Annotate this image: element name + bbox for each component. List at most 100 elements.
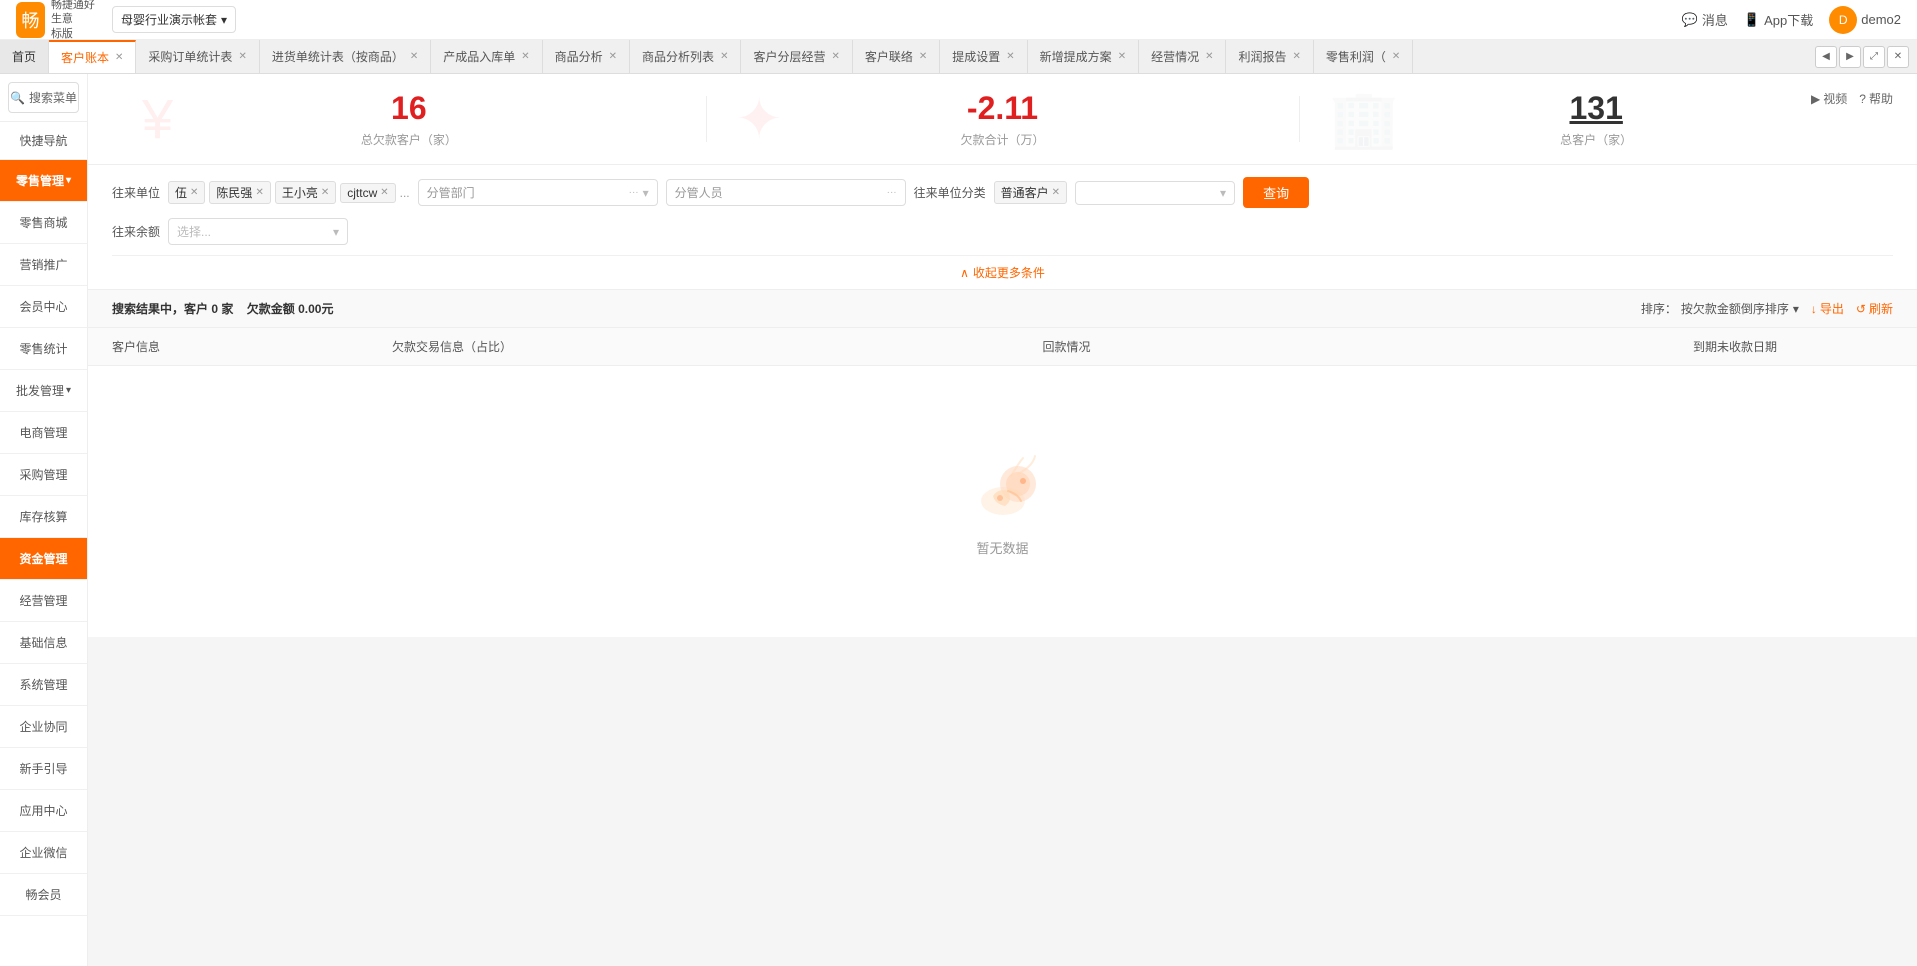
refresh-icon: ↺ [1856,302,1866,316]
tab-accounts[interactable]: 客户账本 ✕ [49,40,136,74]
sidebar-item-purchase[interactable]: 采购管理 [0,454,87,496]
top-right-links: ▶ 视频 ? 帮助 [1811,90,1893,107]
refresh-btn[interactable]: ↺ 刷新 [1856,300,1893,317]
tab-close-profit-report[interactable]: ✕ [1293,51,1301,62]
tag-wang: 王小亮 ✕ [275,181,336,204]
logo-text: 畅捷通好生意 标版 [51,0,104,41]
account-selector[interactable]: 母婴行业演示帐套 ▾ [112,6,236,33]
tab-production-inbound[interactable]: 产成品入库单 ✕ [431,40,542,74]
col-debt-info: 欠款交易信息（占比） [392,338,1043,355]
sidebar-item-quick-nav[interactable]: 快捷导航 [0,122,87,160]
balance-filter-label: 往来余额 [112,223,160,240]
tab-purchase-order[interactable]: 采购订单统计表 ✕ [136,40,259,74]
stat-total-customers: ¥ 16 总欠款客户（家） [112,90,706,148]
balance-select[interactable]: 选择... ▾ [168,218,348,245]
sidebar-item-system[interactable]: 系统管理 [0,664,87,706]
user-profile[interactable]: D demo2 [1829,6,1901,34]
video-link[interactable]: ▶ 视频 [1811,90,1847,107]
stat-total-clients: 🏢 131 总客户（家） [1299,90,1893,148]
tag-classification: 普通客户 ✕ [994,181,1067,204]
stat-debt-total: ✦ -2.11 欠款合计（万） [706,90,1300,148]
help-icon: ? [1859,92,1866,106]
sidebar-item-inventory[interactable]: 库存核算 [0,496,87,538]
tab-close-accounts[interactable]: ✕ [115,52,123,63]
tab-close-customer-connect[interactable]: ✕ [919,51,927,62]
app-download-btn[interactable]: 📱 App下载 [1744,10,1813,29]
tab-close-promotion-settings[interactable]: ✕ [1006,51,1014,62]
tab-new-promotion[interactable]: 新增提成方案 ✕ [1028,40,1139,74]
table-header: 客户信息 欠款交易信息（占比） 回款情况 到期未收款日期 [88,328,1917,366]
sidebar-item-wholesale[interactable]: 批发管理 ▾ [0,370,87,412]
tab-expand-btn[interactable]: ⤢ [1863,46,1885,68]
tag-chen-close[interactable]: ✕ [255,187,263,198]
sidebar-item-finance[interactable]: 资金管理 [0,538,87,580]
sidebar-item-member[interactable]: 会员中心 [0,286,87,328]
tab-business-status[interactable]: 经营情况 ✕ [1139,40,1226,74]
tab-purchase-stats[interactable]: 进货单统计表（按商品） ✕ [260,40,431,74]
tab-home[interactable]: 首页 [0,40,49,74]
tag-wang-close[interactable]: ✕ [321,187,329,198]
classification-select[interactable]: ▾ [1075,181,1235,205]
sidebar-item-ecommerce[interactable]: 电商管理 [0,412,87,454]
tab-close-new-promotion[interactable]: ✕ [1118,51,1126,62]
query-button[interactable]: 查询 [1243,177,1309,208]
search-menu-btn[interactable]: 🔍 搜索菜单 [8,82,79,113]
tab-close-product-analysis[interactable]: ✕ [609,51,617,62]
tab-customer-connect[interactable]: 客户联络 ✕ [853,40,940,74]
tab-close-purchase-stats[interactable]: ✕ [410,51,418,62]
total-clients-label: 总客户（家） [1560,131,1632,148]
tab-retail-profit[interactable]: 零售利润（ ✕ [1314,40,1413,74]
sort-select[interactable]: 排序： 按欠款金额倒序排序 ▾ [1641,300,1799,317]
tab-customer-tier[interactable]: 客户分层经营 ✕ [741,40,852,74]
tab-product-analysis[interactable]: 商品分析 ✕ [543,40,630,74]
debt-bg-icon: ✦ [736,86,783,152]
table-container: 客户信息 欠款交易信息（占比） 回款情况 到期未收款日期 [88,328,1917,637]
filter-row-2: 往来余额 选择... ▾ [112,218,1893,245]
more-tags-btn[interactable]: ... [400,186,410,200]
classification-chevron-icon: ▾ [1220,186,1226,200]
person-select[interactable]: 分管人员 ··· [666,179,906,206]
sidebar-item-enterprise-wechat[interactable]: 企业微信 [0,832,87,874]
tag-cjttcw-close[interactable]: ✕ [380,187,388,198]
tab-close-all-btn[interactable]: ✕ [1887,46,1909,68]
tag-wu-close[interactable]: ✕ [190,187,198,198]
tab-close-customer-tier[interactable]: ✕ [831,51,839,62]
tab-close-retail-profit[interactable]: ✕ [1392,51,1400,62]
sidebar-item-basic[interactable]: 基础信息 [0,622,87,664]
tag-classification-close[interactable]: ✕ [1052,187,1060,198]
message-btn[interactable]: 💬 消息 [1682,10,1728,29]
col-overdue-date: 到期未收款日期 [1693,338,1893,355]
tag-chen: 陈民强 ✕ [209,181,270,204]
content-area: ¥ 16 总欠款客户（家） ✦ -2.11 欠款合计（万） 🏢 131 总客户（… [88,74,1917,966]
sidebar-item-guide[interactable]: 新手引导 [0,748,87,790]
tab-prev-btn[interactable]: ◀ [1815,46,1837,68]
tab-close-purchase-order[interactable]: ✕ [238,51,246,62]
sidebar-item-retail-mall[interactable]: 零售商城 [0,202,87,244]
tab-profit-report[interactable]: 利润报告 ✕ [1226,40,1313,74]
sidebar-item-marketing[interactable]: 营销推广 [0,244,87,286]
sidebar-item-app-center[interactable]: 应用中心 [0,790,87,832]
app-logo: 畅 [16,2,45,38]
collapse-btn[interactable]: ∧ 收起更多条件 [112,255,1893,289]
tab-close-production-inbound[interactable]: ✕ [521,51,529,62]
sidebar-item-enterprise-collab[interactable]: 企业协同 [0,706,87,748]
help-link[interactable]: ? 帮助 [1859,90,1893,107]
sidebar-item-retail-stats[interactable]: 零售统计 [0,328,87,370]
tab-bar: 首页 客户账本 ✕ 采购订单统计表 ✕ 进货单统计表（按商品） ✕ 产成品入库单… [0,40,1917,74]
collapse-icon: ∧ [960,266,969,280]
dept-select[interactable]: 分管部门 ··· ▾ [418,179,658,206]
tab-product-analysis-list[interactable]: 商品分析列表 ✕ [630,40,741,74]
tab-promotion-settings[interactable]: 提成设置 ✕ [940,40,1027,74]
export-btn[interactable]: ↓ 导出 [1811,300,1844,317]
person-more-icon: ··· [887,187,897,198]
tab-next-btn[interactable]: ▶ [1839,46,1861,68]
tab-close-business-status[interactable]: ✕ [1205,51,1213,62]
dept-chevron-icon: ▾ [643,186,649,200]
filter-bar: 往来单位 伍 ✕ 陈民强 ✕ 王小亮 ✕ [88,165,1917,290]
sidebar-item-vip[interactable]: 畅会员 [0,874,87,916]
sidebar-item-operation[interactable]: 经营管理 [0,580,87,622]
message-icon: 💬 [1682,12,1698,28]
sidebar-item-retail[interactable]: 零售管理 ▾ [0,160,87,202]
download-icon: 📱 [1744,12,1760,28]
tab-close-product-analysis-list[interactable]: ✕ [720,51,728,62]
